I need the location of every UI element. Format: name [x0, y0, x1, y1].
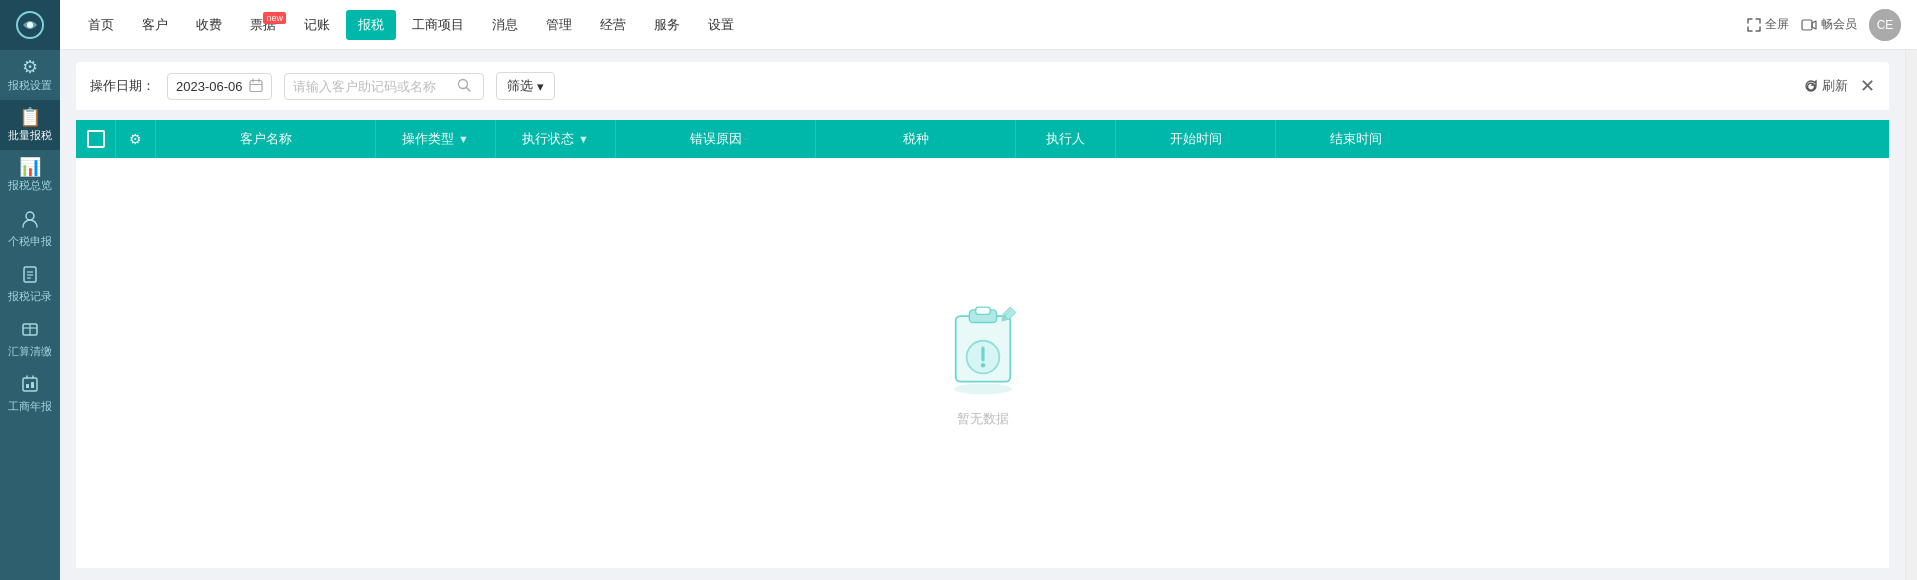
chevron-down-icon: ▾: [537, 79, 544, 94]
sidebar-item-baoshui-jilu[interactable]: 报税记录: [0, 256, 60, 311]
date-picker[interactable]: 2023-06-06: [167, 73, 272, 100]
nav-item-jizhang[interactable]: 记账: [292, 10, 342, 40]
svg-point-2: [26, 212, 34, 220]
nav-item-shouye[interactable]: 首页: [76, 10, 126, 40]
th-error-reason: 错误原因: [616, 120, 816, 158]
nav-item-kehu[interactable]: 客户: [130, 10, 180, 40]
svg-line-17: [466, 87, 470, 91]
date-label: 操作日期：: [90, 77, 155, 95]
svg-point-18: [953, 383, 1011, 394]
table-container: ⚙ 客户名称 操作类型 ▼ 执行状态 ▼ 错误原因: [76, 120, 1889, 568]
th-start-time: 开始时间: [1116, 120, 1276, 158]
th-exec-status[interactable]: 执行状态 ▼: [496, 120, 616, 158]
sidebar-item-label: 报税记录: [8, 290, 52, 303]
scrollbar[interactable]: [1905, 50, 1917, 580]
toolbar: 操作日期： 2023-06-06: [76, 62, 1889, 110]
sidebar-item-piliang-baoshui[interactable]: 📋 批量报税: [0, 100, 60, 150]
fullscreen-button[interactable]: 全屏: [1747, 16, 1789, 33]
sidebar-item-label: 汇算清缴: [8, 345, 52, 358]
sidebar: ⚙ 报税设置 📋 批量报税 📊 报税总览 个税申报 报税记录: [0, 0, 60, 580]
refresh-button[interactable]: 刷新: [1804, 77, 1848, 95]
app-logo: [0, 0, 60, 50]
svg-rect-10: [23, 378, 37, 391]
svg-point-24: [980, 363, 985, 368]
avatar[interactable]: CE: [1869, 9, 1901, 41]
nav-item-baoshui[interactable]: 报税: [346, 10, 396, 40]
record-icon: [20, 264, 40, 287]
search-icon[interactable]: [457, 78, 471, 95]
table-header: ⚙ 客户名称 操作类型 ▼ 执行状态 ▼ 错误原因: [76, 120, 1889, 158]
search-input[interactable]: [293, 79, 453, 94]
sidebar-item-huisuan-jiaona[interactable]: 汇算清缴: [0, 311, 60, 366]
nav-items: 首页 客户 收费 票据 new 记账 报税 工商项目 消息 管理 经营 服务 设…: [76, 10, 1747, 40]
sidebar-item-label: 工商年报: [8, 400, 52, 413]
batch-tax-icon: 📋: [19, 108, 41, 126]
settlement-icon: [20, 319, 40, 342]
nav-item-shezhi[interactable]: 设置: [696, 10, 746, 40]
sidebar-item-geshui-shenbao[interactable]: 个税申报: [0, 201, 60, 256]
empty-text: 暂无数据: [957, 410, 1009, 428]
th-end-time: 结束时间: [1276, 120, 1436, 158]
column-settings-icon[interactable]: ⚙: [129, 131, 142, 147]
empty-state: 暂无数据: [933, 298, 1033, 428]
sidebar-item-gongshang-nianbao[interactable]: 工商年报: [0, 366, 60, 421]
overview-icon: 📊: [19, 158, 41, 176]
date-value: 2023-06-06: [176, 79, 243, 94]
th-settings[interactable]: ⚙: [116, 120, 156, 158]
personal-tax-icon: [20, 209, 40, 232]
nav-item-guanli[interactable]: 管理: [534, 10, 584, 40]
member-label: 畅会员: [1821, 16, 1857, 33]
sidebar-item-label: 批量报税: [8, 129, 52, 142]
svg-rect-12: [31, 382, 34, 388]
select-all-checkbox[interactable]: [87, 130, 105, 148]
sidebar-item-label: 报税设置: [8, 79, 52, 92]
filter-label: 筛选: [507, 77, 533, 95]
calendar-icon: [249, 78, 263, 95]
member-button[interactable]: 畅会员: [1801, 16, 1857, 33]
table-body: 暂无数据: [76, 158, 1889, 568]
filter-button[interactable]: 筛选 ▾: [496, 72, 555, 100]
svg-rect-21: [975, 307, 990, 314]
fullscreen-label: 全屏: [1765, 16, 1789, 33]
annual-report-icon: [20, 374, 40, 397]
svg-rect-13: [1802, 20, 1812, 30]
sidebar-item-baoshui-shezhi[interactable]: ⚙ 报税设置: [0, 50, 60, 100]
sort-icon: ▼: [578, 133, 589, 145]
content-area: 操作日期： 2023-06-06: [60, 50, 1917, 580]
svg-rect-11: [26, 384, 29, 388]
empty-illustration: [933, 298, 1033, 398]
main-area: 首页 客户 收费 票据 new 记账 报税 工商项目 消息 管理 经营 服务 设…: [60, 0, 1917, 580]
sidebar-item-baoshui-zonglam[interactable]: 📊 报税总览: [0, 150, 60, 200]
th-tax-type: 税种: [816, 120, 1016, 158]
svg-rect-14: [250, 80, 262, 91]
sort-icon: ▼: [458, 133, 469, 145]
sidebar-item-label: 报税总览: [8, 179, 52, 192]
video-icon: [1801, 17, 1817, 33]
th-operation-type[interactable]: 操作类型 ▼: [376, 120, 496, 158]
nav-item-shoufei[interactable]: 收费: [184, 10, 234, 40]
topnav-right: 全屏 畅会员 CE: [1747, 9, 1901, 41]
refresh-label: 刷新: [1822, 77, 1848, 95]
nav-item-fuwu[interactable]: 服务: [642, 10, 692, 40]
nav-item-jingying[interactable]: 经营: [588, 10, 638, 40]
sidebar-item-label: 个税申报: [8, 235, 52, 248]
close-button[interactable]: ✕: [1860, 77, 1875, 95]
nav-item-gongshang[interactable]: 工商项目: [400, 10, 476, 40]
nav-item-xiaoxi[interactable]: 消息: [480, 10, 530, 40]
svg-point-1: [27, 22, 33, 28]
th-executor: 执行人: [1016, 120, 1116, 158]
fullscreen-icon: [1747, 18, 1761, 32]
piaoju-badge: new: [263, 12, 286, 25]
page-content: 操作日期： 2023-06-06: [60, 50, 1905, 580]
settings-icon: ⚙: [22, 58, 38, 76]
nav-item-piaoju[interactable]: 票据 new: [238, 10, 288, 40]
search-box: [284, 73, 484, 100]
refresh-icon: [1804, 79, 1818, 93]
th-checkbox[interactable]: [76, 120, 116, 158]
th-client-name: 客户名称: [156, 120, 376, 158]
top-navigation: 首页 客户 收费 票据 new 记账 报税 工商项目 消息 管理 经营 服务 设…: [60, 0, 1917, 50]
